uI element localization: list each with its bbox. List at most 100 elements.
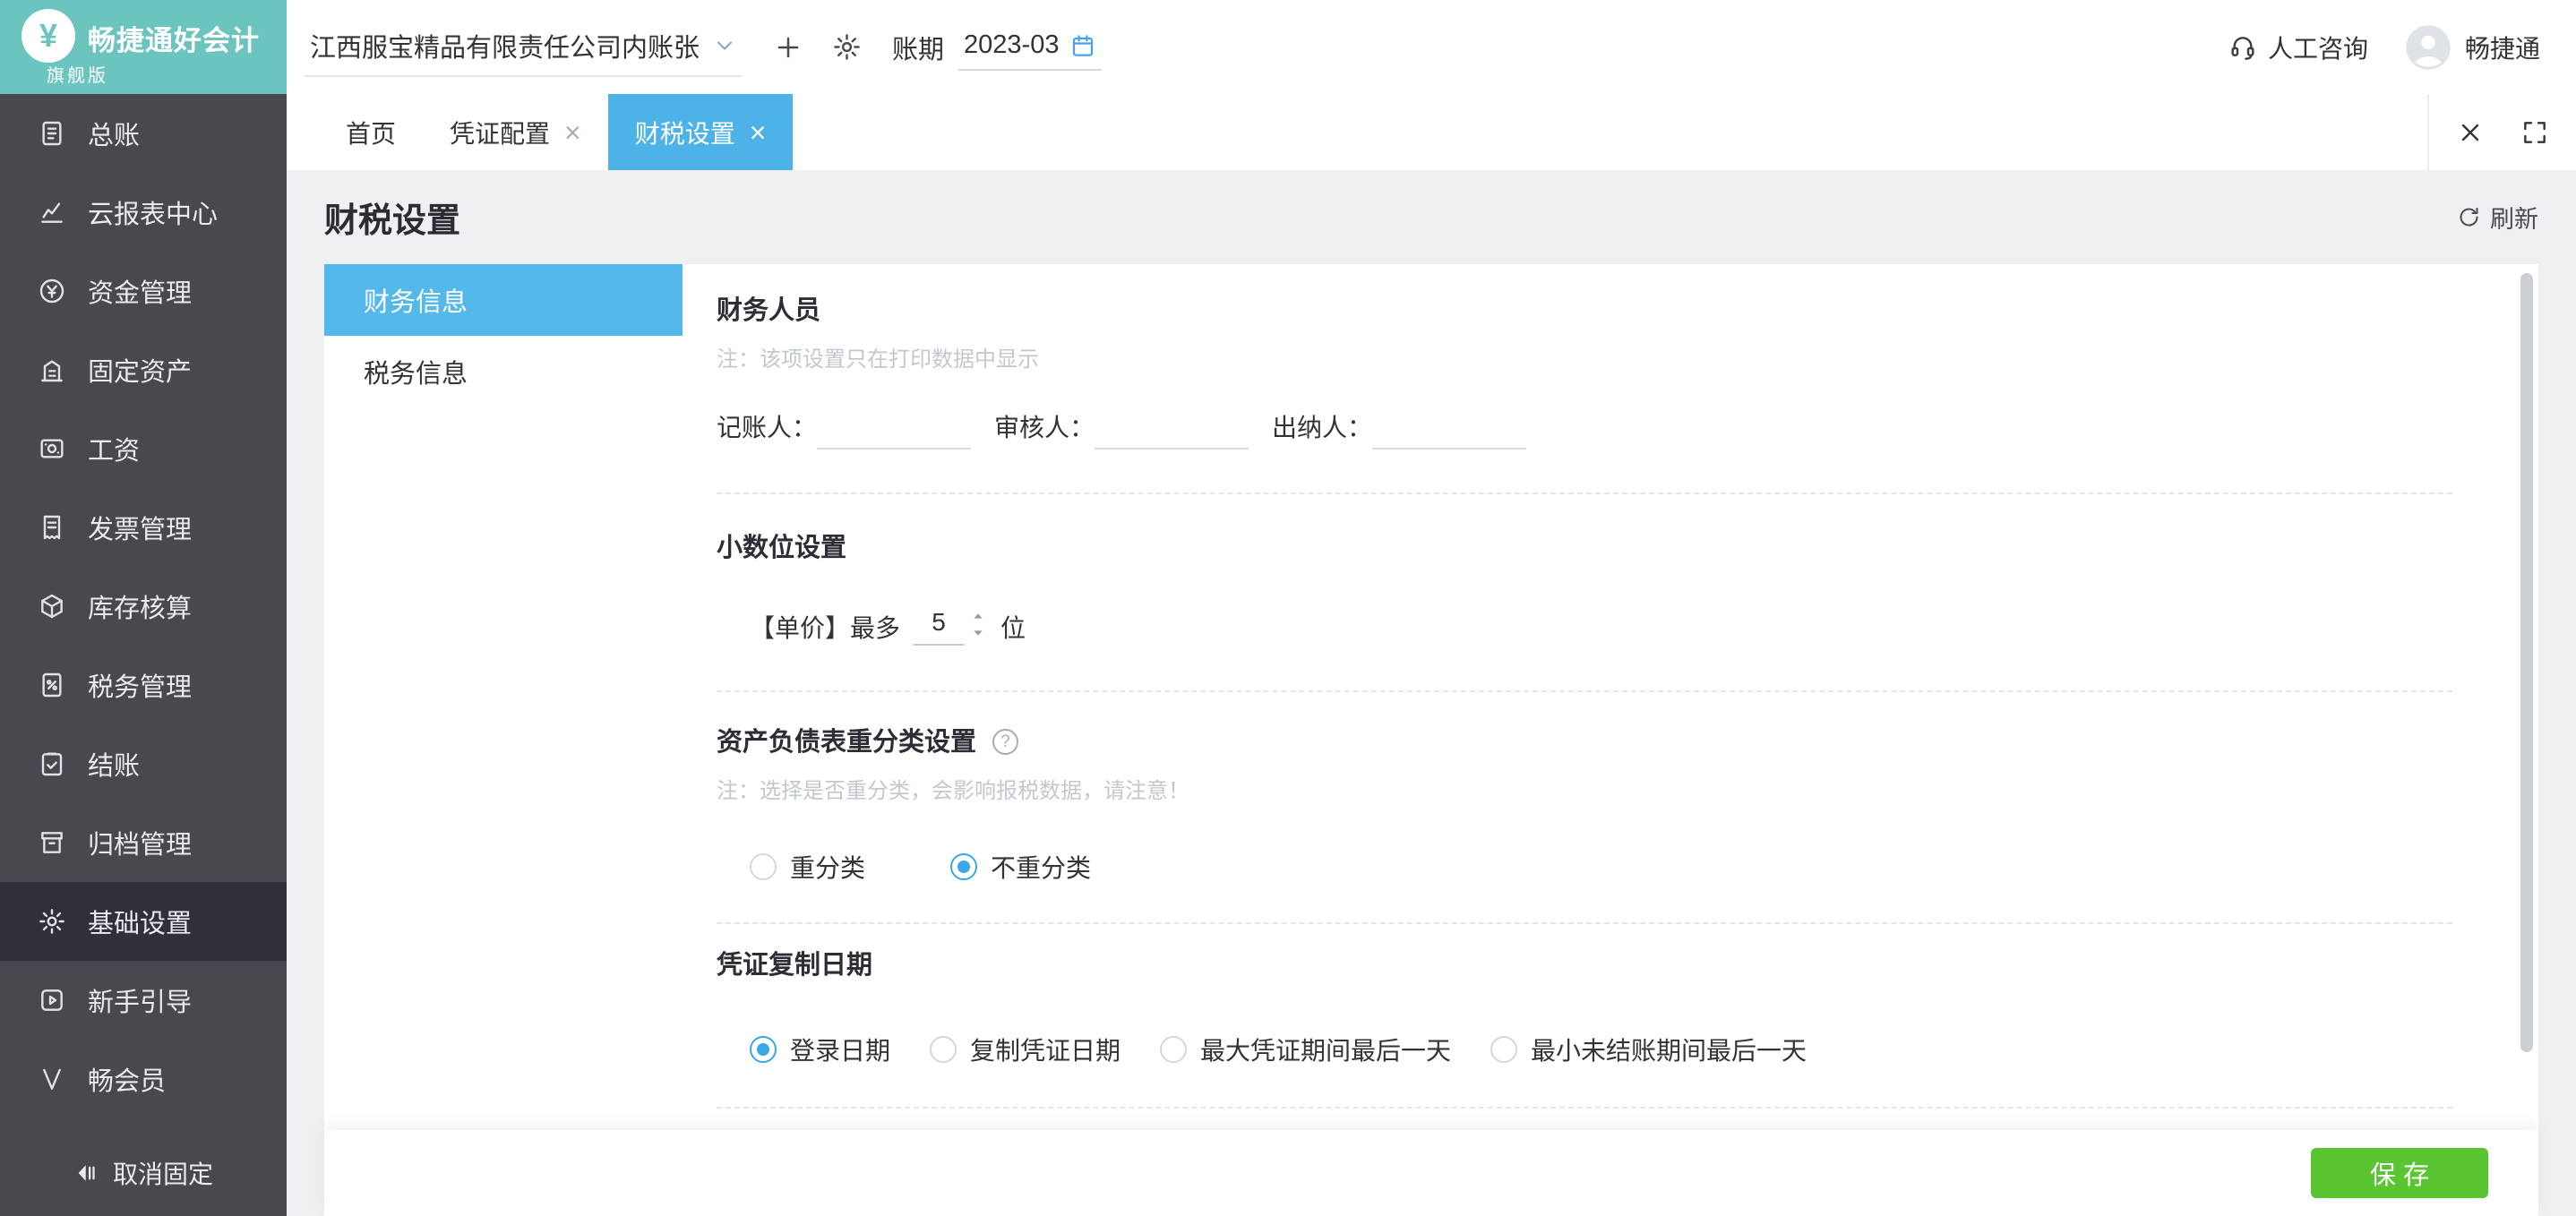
decimal-value[interactable]: 5	[913, 608, 966, 646]
sidebar-item-label: 云报表中心	[88, 201, 219, 229]
radio-circle-icon[interactable]	[1490, 1036, 1518, 1063]
refresh-label: 刷新	[2490, 206, 2538, 233]
sidebar-item-beginner-guide[interactable]: 新手引导	[0, 961, 287, 1040]
sidebar-item-label: 税务管理	[88, 673, 193, 702]
sidebar-item-fund-management[interactable]: 资金管理	[0, 252, 287, 330]
section-divider	[717, 492, 2452, 495]
finance-staff-note: 注：该项设置只在打印数据中显示	[717, 347, 1039, 373]
manual-consult-button[interactable]: 人工咨询	[2228, 30, 2368, 65]
sidebar-item-closing[interactable]: 结账	[0, 724, 287, 803]
sidebar-item-label: 新手引导	[88, 989, 193, 1017]
sidebar-item-label: 畅会员	[88, 1067, 167, 1096]
add-button[interactable]	[773, 32, 803, 63]
content-scrollbar[interactable]	[2520, 273, 2533, 1052]
radio-label: 最大凭证期间最后一天	[1200, 1037, 1452, 1065]
logo-coin-icon: ¥	[21, 9, 75, 63]
unpin-label: 取消固定	[112, 1160, 213, 1188]
workspace: 财税设置 刷新 财务信息 税务信息 财务人员 注：该项设置只在打印数据中显示 记…	[287, 170, 2576, 1216]
clipboard-check-icon	[38, 749, 66, 778]
subnav-tax-info[interactable]: 税务信息	[324, 336, 683, 407]
building-icon	[38, 355, 66, 384]
chevron-down-icon	[712, 33, 737, 58]
headset-icon	[2228, 33, 2257, 62]
radio-copy-voucher-date[interactable]: 复制凭证日期	[930, 1032, 1121, 1067]
invoice-icon	[38, 513, 66, 542]
radio-reclassify[interactable]: 重分类	[750, 849, 865, 885]
reviewer-input[interactable]	[1095, 412, 1249, 450]
radio-min-unclosed-period-last-day[interactable]: 最小未结账期间最后一天	[1490, 1032, 1807, 1067]
tab-close-icon[interactable]: ×	[564, 118, 581, 147]
save-button[interactable]: 保存	[2311, 1148, 2488, 1198]
sidebar-item-fixed-assets[interactable]: 固定资产	[0, 330, 287, 409]
tab-voucher-config[interactable]: 凭证配置 ×	[423, 94, 608, 170]
sidebar-item-label: 资金管理	[88, 279, 193, 308]
copy-date-options: 登录日期 复制凭证日期 最大凭证期间最后一天 最小未结账期间最后一天	[750, 1032, 2452, 1067]
close-icon[interactable]	[2456, 118, 2485, 147]
decimal-stepper[interactable]: 5	[913, 608, 988, 646]
radio-label: 最小未结账期间最后一天	[1531, 1037, 1807, 1065]
sidebar-item-label: 结账	[88, 752, 141, 781]
fullscreen-icon[interactable]	[2520, 118, 2549, 147]
brand-name: 畅捷通好会计	[88, 25, 260, 56]
period-label: 账期	[892, 35, 945, 64]
reclass-note: 注：选择是否重分类，会影响报税数据，请注意！	[717, 778, 1189, 803]
company-selector[interactable]: 江西服宝精品有限责任公司内账张	[305, 18, 743, 77]
cashier-input[interactable]	[1372, 412, 1527, 450]
sidebar-item-label: 工资	[88, 437, 141, 466]
company-name: 江西服宝精品有限责任公司内账张	[310, 33, 700, 63]
tab-label: 首页	[346, 119, 397, 148]
sidebar-item-label: 固定资产	[88, 358, 193, 387]
sidebar-item-archive[interactable]: 归档管理	[0, 803, 287, 882]
unpin-sidebar-button[interactable]: 取消固定	[0, 1130, 287, 1216]
settings-gear-icon[interactable]	[832, 32, 862, 62]
tab-close-icon[interactable]: ×	[750, 118, 767, 147]
tab-label: 凭证配置	[450, 119, 551, 148]
sidebar-item-invoice-management[interactable]: 发票管理	[0, 488, 287, 567]
help-icon[interactable]: ?	[992, 729, 1019, 756]
refresh-button[interactable]: 刷新	[2457, 200, 2538, 235]
app-logo[interactable]: ¥ 畅捷通好会计 旗舰版	[0, 0, 287, 94]
sidebar-item-membership[interactable]: 畅会员	[0, 1040, 287, 1118]
sidebar-item-label: 基础设置	[88, 910, 193, 938]
finance-staff-fields: 记账人： 审核人： 出纳人：	[717, 408, 2452, 450]
reviewer-field-group: 审核人：	[994, 408, 1249, 450]
stepper-down-icon[interactable]	[968, 626, 988, 640]
tab-finance-tax-settings[interactable]: 财税设置 ×	[607, 94, 794, 170]
sidebar-item-tax-management[interactable]: 税务管理	[0, 646, 287, 724]
radio-circle-icon[interactable]	[750, 1036, 777, 1063]
archive-box-icon	[38, 828, 66, 857]
tab-label: 财税设置	[634, 119, 735, 148]
user-name[interactable]: 畅捷通	[2465, 30, 2540, 65]
subnav-label: 税务信息	[364, 360, 468, 389]
radio-circle-icon[interactable]	[750, 852, 777, 880]
stepper-up-icon[interactable]	[968, 609, 988, 623]
bookkeeper-input[interactable]	[817, 412, 972, 450]
bookkeeper-field-group: 记账人：	[717, 408, 972, 450]
gear-icon	[38, 907, 66, 936]
reclass-title-text: 资产负债表重分类设置	[717, 727, 977, 757]
sidebar-item-label: 发票管理	[88, 516, 193, 544]
consult-label: 人工咨询	[2267, 34, 2368, 63]
fund-icon	[38, 277, 66, 305]
settings-subnav: 财务信息 税务信息	[324, 264, 683, 1130]
salary-icon	[38, 434, 66, 463]
reviewer-label: 审核人：	[994, 414, 1095, 442]
sidebar-item-inventory[interactable]: 库存核算	[0, 567, 287, 646]
sidebar-item-basic-settings[interactable]: 基础设置	[0, 882, 287, 961]
user-avatar[interactable]	[2404, 23, 2452, 72]
radio-circle-icon[interactable]	[950, 852, 978, 880]
tab-home[interactable]: 首页	[319, 94, 423, 170]
main-area: 江西服宝精品有限责任公司内账张 账期 2023-03 人工咨询 畅捷通 首页 凭…	[287, 0, 2576, 1216]
radio-max-period-last-day[interactable]: 最大凭证期间最后一天	[1160, 1032, 1451, 1067]
subnav-finance-info[interactable]: 财务信息	[324, 264, 683, 336]
sidebar-item-general-ledger[interactable]: 总账	[0, 94, 287, 173]
radio-no-reclassify[interactable]: 不重分类	[950, 849, 1091, 885]
sidebar-item-cloud-reports[interactable]: 云报表中心	[0, 173, 287, 252]
radio-login-date[interactable]: 登录日期	[750, 1032, 890, 1067]
ledger-icon	[38, 119, 66, 148]
period-picker[interactable]: 2023-03	[958, 23, 1103, 71]
decimal-suffix: 位	[1000, 613, 1026, 642]
radio-circle-icon[interactable]	[930, 1036, 957, 1063]
radio-circle-icon[interactable]	[1160, 1036, 1188, 1063]
sidebar-item-payroll[interactable]: 工资	[0, 409, 287, 488]
